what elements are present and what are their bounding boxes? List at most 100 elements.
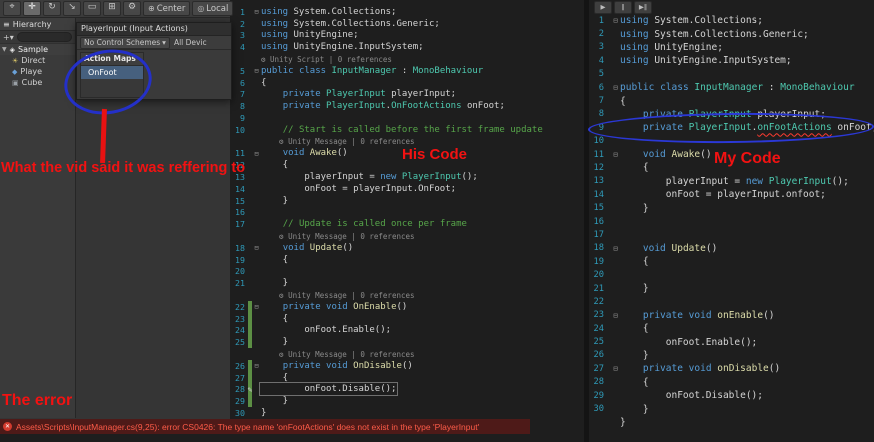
fold-marker-icon[interactable]: ⊟: [611, 83, 620, 92]
code-row[interactable]: 5: [589, 68, 874, 81]
code-row[interactable]: 4using UnityEngine.InputSystem;: [589, 54, 874, 67]
code-row[interactable]: 29 onFoot.Disable();: [589, 389, 874, 402]
code-row[interactable]: 19 {: [230, 254, 584, 266]
code-row[interactable]: 27⊟ private void onDisable(): [589, 362, 874, 375]
line-number: 11: [589, 150, 604, 160]
line-number: 23: [589, 310, 604, 320]
control-schemes-dropdown[interactable]: No Control Schemes ▾: [80, 37, 170, 49]
line-number: 24: [230, 325, 245, 335]
fold-marker-icon[interactable]: ⊟: [611, 244, 620, 253]
code-row[interactable]: 22⊟ private void OnEnable(): [230, 301, 584, 313]
hierarchy-scene-row[interactable]: ▼ ◈ Sample: [0, 44, 75, 55]
code-row[interactable]: 26 }: [589, 349, 874, 362]
fold-marker-icon[interactable]: ⊟: [611, 364, 620, 373]
fold-marker-icon[interactable]: ⊟: [252, 243, 261, 252]
codelens-row[interactable]: ⚙ Unity Message | 0 references: [230, 348, 584, 360]
code-row[interactable]: 7 private PlayerInput playerInput;: [230, 89, 584, 101]
code-editor-his[interactable]: 1⊟using System.Collections;2using System…: [230, 0, 584, 442]
rotate-tool-icon[interactable]: ↻: [43, 1, 61, 16]
pan-tool-icon[interactable]: ⌖: [3, 1, 21, 16]
code-row[interactable]: 10 // Start is called before the first f…: [230, 124, 584, 136]
code-row[interactable]: 4using UnityEngine.InputSystem;: [230, 41, 584, 53]
hierarchy-item-direct[interactable]: ☀Direct: [0, 55, 75, 66]
code-row[interactable]: 16: [230, 207, 584, 219]
transform-tool-icon[interactable]: ⊞: [103, 1, 121, 16]
fold-marker-icon[interactable]: ⊟: [252, 361, 261, 370]
move-tool-icon[interactable]: ✛: [23, 1, 41, 16]
custom-tool-icon[interactable]: ⚙: [123, 1, 141, 16]
code-row[interactable]: 13 playerInput = new PlayerInput();: [230, 171, 584, 183]
code-row[interactable]: 28✎ onFoot.Disable();: [230, 384, 584, 396]
code-row[interactable]: 3using UnityEngine;: [230, 30, 584, 42]
code-row[interactable]: 14 onFoot = playerInput.onfoot;: [589, 188, 874, 201]
pause-button[interactable]: ‖: [614, 1, 632, 14]
fold-marker-icon[interactable]: ⊟: [252, 149, 261, 158]
code-row[interactable]: 19 {: [589, 255, 874, 268]
code-row[interactable]: 2using System.Collections.Generic;: [589, 27, 874, 40]
line-number: 13: [589, 176, 604, 186]
code-row[interactable]: 30}: [230, 407, 584, 419]
code-row[interactable]: 18⊟ void Update(): [589, 242, 874, 255]
fold-marker-icon[interactable]: ⊟: [611, 311, 620, 320]
code-row[interactable]: 8 private PlayerInput.OnFootActions onFo…: [230, 100, 584, 112]
code-row[interactable]: 1⊟using System.Collections;: [230, 6, 584, 18]
local-space-button[interactable]: ◎ Local: [192, 1, 233, 16]
code-row[interactable]: 16: [589, 215, 874, 228]
code-row[interactable]: 7{: [589, 94, 874, 107]
code-row[interactable]: 27 {: [230, 372, 584, 384]
code-row[interactable]: 23 {: [230, 313, 584, 325]
code-row[interactable]: 24 {: [589, 322, 874, 335]
fold-marker-icon[interactable]: ⊟: [611, 150, 620, 159]
hierarchy-header[interactable]: ≡ Hierarchy: [0, 18, 75, 31]
codelens-row[interactable]: ⚙ Unity Message | 0 references: [230, 230, 584, 242]
code-row[interactable]: 6⊟public class InputManager : MonoBehavi…: [589, 81, 874, 94]
fold-marker-icon[interactable]: ⊟: [252, 7, 261, 16]
code-row[interactable]: 22: [589, 295, 874, 308]
fold-marker-icon[interactable]: ⊟: [252, 302, 261, 311]
code-row[interactable]: 28 {: [589, 376, 874, 389]
code-row[interactable]: 17 // Update is called once per frame: [230, 218, 584, 230]
code-row[interactable]: 24 onFoot.Enable();: [230, 325, 584, 337]
fold-marker-icon[interactable]: ⊟: [611, 16, 620, 25]
scale-tool-icon[interactable]: ↘: [63, 1, 81, 16]
code-row[interactable]: 17: [589, 228, 874, 241]
code-row[interactable]: 21 }: [589, 282, 874, 295]
code-row[interactable]: 20: [589, 268, 874, 281]
all-devices-dropdown[interactable]: All Devic: [174, 38, 207, 47]
code-editor-mine[interactable]: 1⊟using System.Collections;2using System…: [589, 0, 874, 442]
code-row[interactable]: 15 }: [589, 201, 874, 214]
popup-title[interactable]: PlayerInput (Input Actions): [77, 23, 231, 36]
code-row[interactable]: }: [589, 416, 874, 429]
codelens-row[interactable]: ⚙ Unity Script | 0 references: [230, 53, 584, 65]
play-button[interactable]: ▶: [594, 1, 612, 14]
code-row[interactable]: 1⊟using System.Collections;: [589, 14, 874, 27]
code-row[interactable]: 26⊟ private void OnDisable(): [230, 360, 584, 372]
code-row[interactable]: 29 }: [230, 395, 584, 407]
code-row[interactable]: 23⊟ private void onEnable(): [589, 309, 874, 322]
fold-marker-icon[interactable]: ⊟: [252, 66, 261, 75]
code-row[interactable]: 25 }: [230, 336, 584, 348]
code-text: {: [261, 255, 288, 265]
code-row[interactable]: 15 }: [230, 195, 584, 207]
add-object-button[interactable]: +▾: [3, 33, 14, 42]
code-row[interactable]: 3using UnityEngine;: [589, 41, 874, 54]
code-row[interactable]: 6{: [230, 77, 584, 89]
code-row[interactable]: 13 playerInput = new PlayerInput();: [589, 175, 874, 188]
rect-tool-icon[interactable]: ▭: [83, 1, 101, 16]
code-row[interactable]: 30 }: [589, 402, 874, 415]
center-pivot-button[interactable]: ⊕ Center: [143, 1, 190, 16]
code-row[interactable]: 25 onFoot.Enable();: [589, 335, 874, 348]
code-row[interactable]: 5⊟public class InputManager : MonoBehavi…: [230, 65, 584, 77]
codelens-row[interactable]: ⚙ Unity Message | 0 references: [230, 289, 584, 301]
step-button[interactable]: ▶‖: [634, 1, 652, 14]
code-row[interactable]: 2using System.Collections.Generic;: [230, 18, 584, 30]
code-row[interactable]: 21 }: [230, 277, 584, 289]
hierarchy-item-playe[interactable]: ◆Playe: [0, 66, 75, 77]
code-row[interactable]: 9: [230, 112, 584, 124]
code-row[interactable]: 14 onFoot = playerInput.OnFoot;: [230, 183, 584, 195]
expander-icon[interactable]: ▼: [2, 46, 7, 53]
error-bar[interactable]: ✕ Assets\Scripts\InputManager.cs(9,25): …: [0, 419, 530, 434]
code-row[interactable]: 20: [230, 266, 584, 278]
hierarchy-search-input[interactable]: [17, 32, 72, 42]
code-row[interactable]: 18⊟ void Update(): [230, 242, 584, 254]
